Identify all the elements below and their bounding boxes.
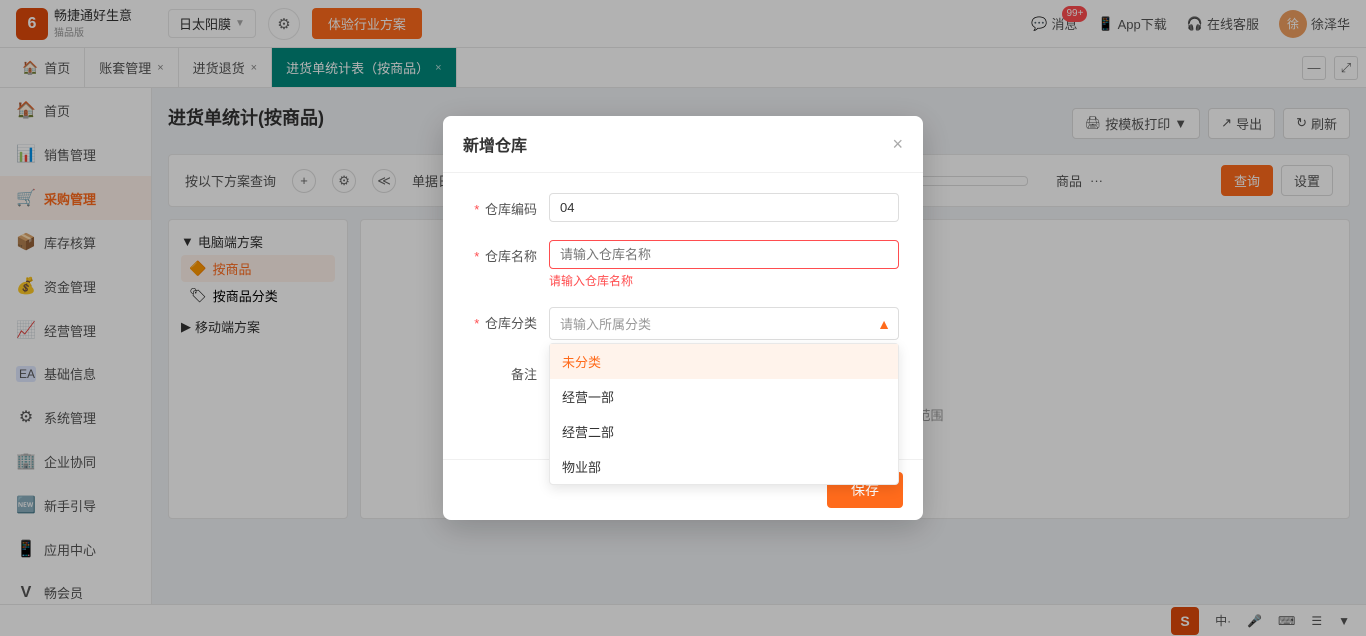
dialog-body: * 仓库编码 * 仓库名称 请输入仓库名称 * 仓库分类 bbox=[443, 173, 923, 459]
name-control: 请输入仓库名称 bbox=[549, 240, 899, 289]
code-input[interactable] bbox=[549, 193, 899, 222]
code-label: * 仓库编码 bbox=[467, 193, 537, 218]
dropdown-option-dept2[interactable]: 经营二部 bbox=[550, 414, 898, 449]
category-arrow-icon[interactable]: ▲ bbox=[877, 316, 891, 332]
form-item-category: * 仓库分类 请输入所属分类 ▲ 未分类 经营一部 经营二部 bbox=[467, 307, 899, 340]
category-control: 请输入所属分类 ▲ 未分类 经营一部 经营二部 物业部 bbox=[549, 307, 899, 340]
category-label: * 仓库分类 bbox=[467, 307, 537, 332]
dialog-title: 新增仓库 bbox=[463, 132, 527, 156]
dialog-header: 新增仓库 × bbox=[443, 116, 923, 173]
form-item-name: * 仓库名称 请输入仓库名称 bbox=[467, 240, 899, 289]
new-warehouse-dialog: 新增仓库 × * 仓库编码 * 仓库名称 请输入仓库名称 bbox=[443, 116, 923, 520]
code-control bbox=[549, 193, 899, 222]
dialog-close-button[interactable]: × bbox=[892, 134, 903, 155]
name-error-msg: 请输入仓库名称 bbox=[549, 272, 899, 289]
dropdown-option-dept3[interactable]: 物业部 bbox=[550, 449, 898, 484]
form-item-code: * 仓库编码 bbox=[467, 193, 899, 222]
category-dropdown-menu: 未分类 经营一部 经营二部 物业部 bbox=[549, 343, 899, 485]
category-placeholder: 请输入所属分类 bbox=[560, 314, 651, 333]
category-dropdown[interactable]: 请输入所属分类 ▲ bbox=[549, 307, 899, 340]
name-label: * 仓库名称 bbox=[467, 240, 537, 265]
dropdown-option-uncategorized[interactable]: 未分类 bbox=[550, 344, 898, 379]
note-label: 备注 bbox=[467, 358, 537, 383]
name-input[interactable] bbox=[549, 240, 899, 269]
dropdown-option-dept1[interactable]: 经营一部 bbox=[550, 379, 898, 414]
